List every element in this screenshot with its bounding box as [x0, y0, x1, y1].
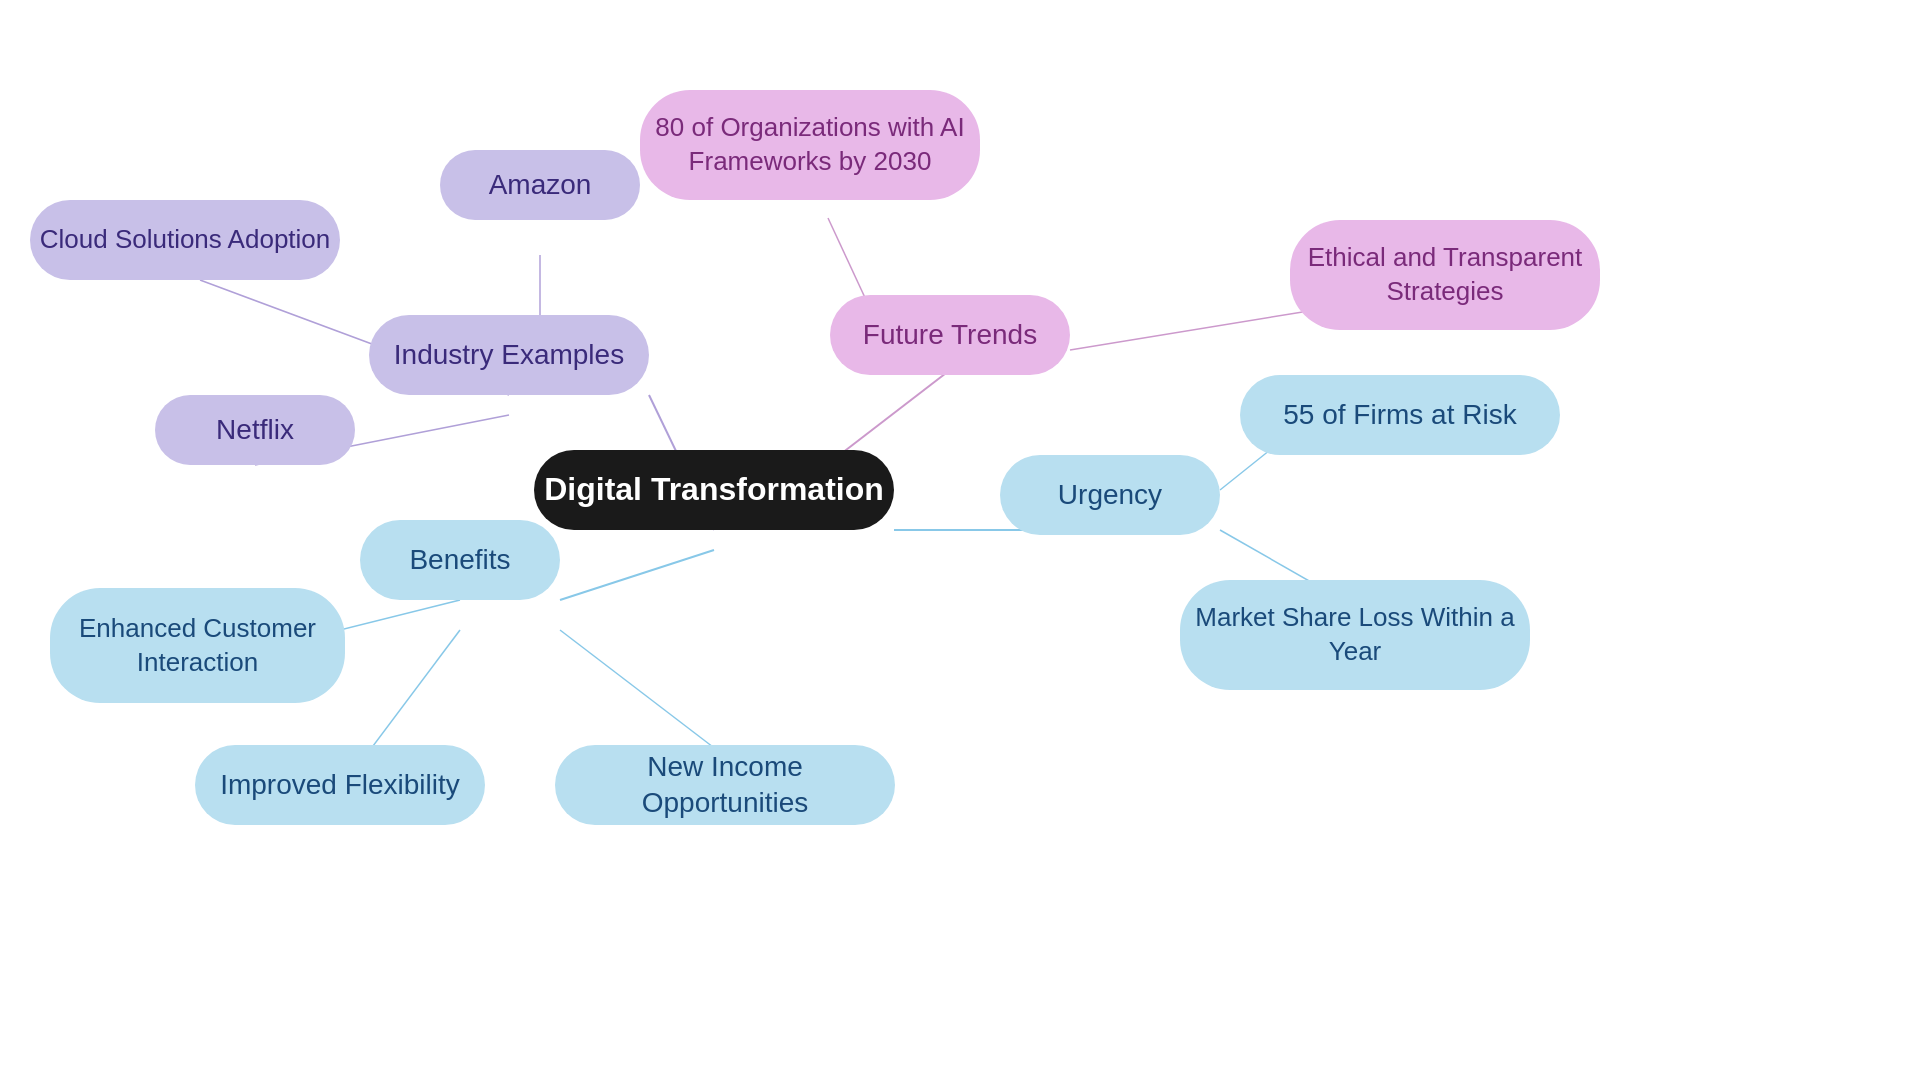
ai-frameworks-node[interactable]: 80 of Organizations with AI Frameworks b…	[640, 90, 980, 200]
netflix-node[interactable]: Netflix	[155, 395, 355, 465]
ethical-strategies-node[interactable]: Ethical and Transparent Strategies	[1290, 220, 1600, 330]
amazon-node[interactable]: Amazon	[440, 150, 640, 220]
ethical-strategies-label: Ethical and Transparent Strategies	[1290, 241, 1600, 309]
amazon-label: Amazon	[481, 167, 600, 203]
urgency-label: Urgency	[1050, 477, 1170, 513]
firms-at-risk-node[interactable]: 55 of Firms at Risk	[1240, 375, 1560, 455]
enhanced-customer-node[interactable]: Enhanced Customer Interaction	[50, 588, 345, 703]
svg-line-12	[1220, 450, 1270, 490]
firms-at-risk-label: 55 of Firms at Risk	[1275, 397, 1524, 433]
netflix-label: Netflix	[208, 412, 302, 448]
svg-line-2	[560, 550, 714, 600]
future-trends-node[interactable]: Future Trends	[830, 295, 1070, 375]
market-share-loss-label: Market Share Loss Within a Year	[1180, 601, 1530, 669]
industry-examples-node[interactable]: Industry Examples	[369, 315, 649, 395]
market-share-loss-node[interactable]: Market Share Loss Within a Year	[1180, 580, 1530, 690]
new-income-label: New Income Opportunities	[555, 749, 895, 822]
benefits-node[interactable]: Benefits	[360, 520, 560, 600]
ai-frameworks-label: 80 of Organizations with AI Frameworks b…	[640, 111, 980, 179]
cloud-solutions-node[interactable]: Cloud Solutions Adoption	[30, 200, 340, 280]
future-trends-label: Future Trends	[855, 317, 1045, 353]
enhanced-customer-label: Enhanced Customer Interaction	[50, 612, 345, 680]
svg-line-11	[560, 630, 730, 760]
urgency-node[interactable]: Urgency	[1000, 455, 1220, 535]
improved-flexibility-label: Improved Flexibility	[212, 767, 468, 803]
center-node[interactable]: Digital Transformation	[534, 450, 894, 530]
benefits-label: Benefits	[401, 542, 518, 578]
improved-flexibility-node[interactable]: Improved Flexibility	[195, 745, 485, 825]
cloud-solutions-label: Cloud Solutions Adoption	[32, 223, 339, 257]
new-income-node[interactable]: New Income Opportunities	[555, 745, 895, 825]
center-node-label: Digital Transformation	[536, 469, 892, 511]
industry-examples-label: Industry Examples	[386, 337, 632, 373]
svg-line-8	[1070, 310, 1315, 350]
